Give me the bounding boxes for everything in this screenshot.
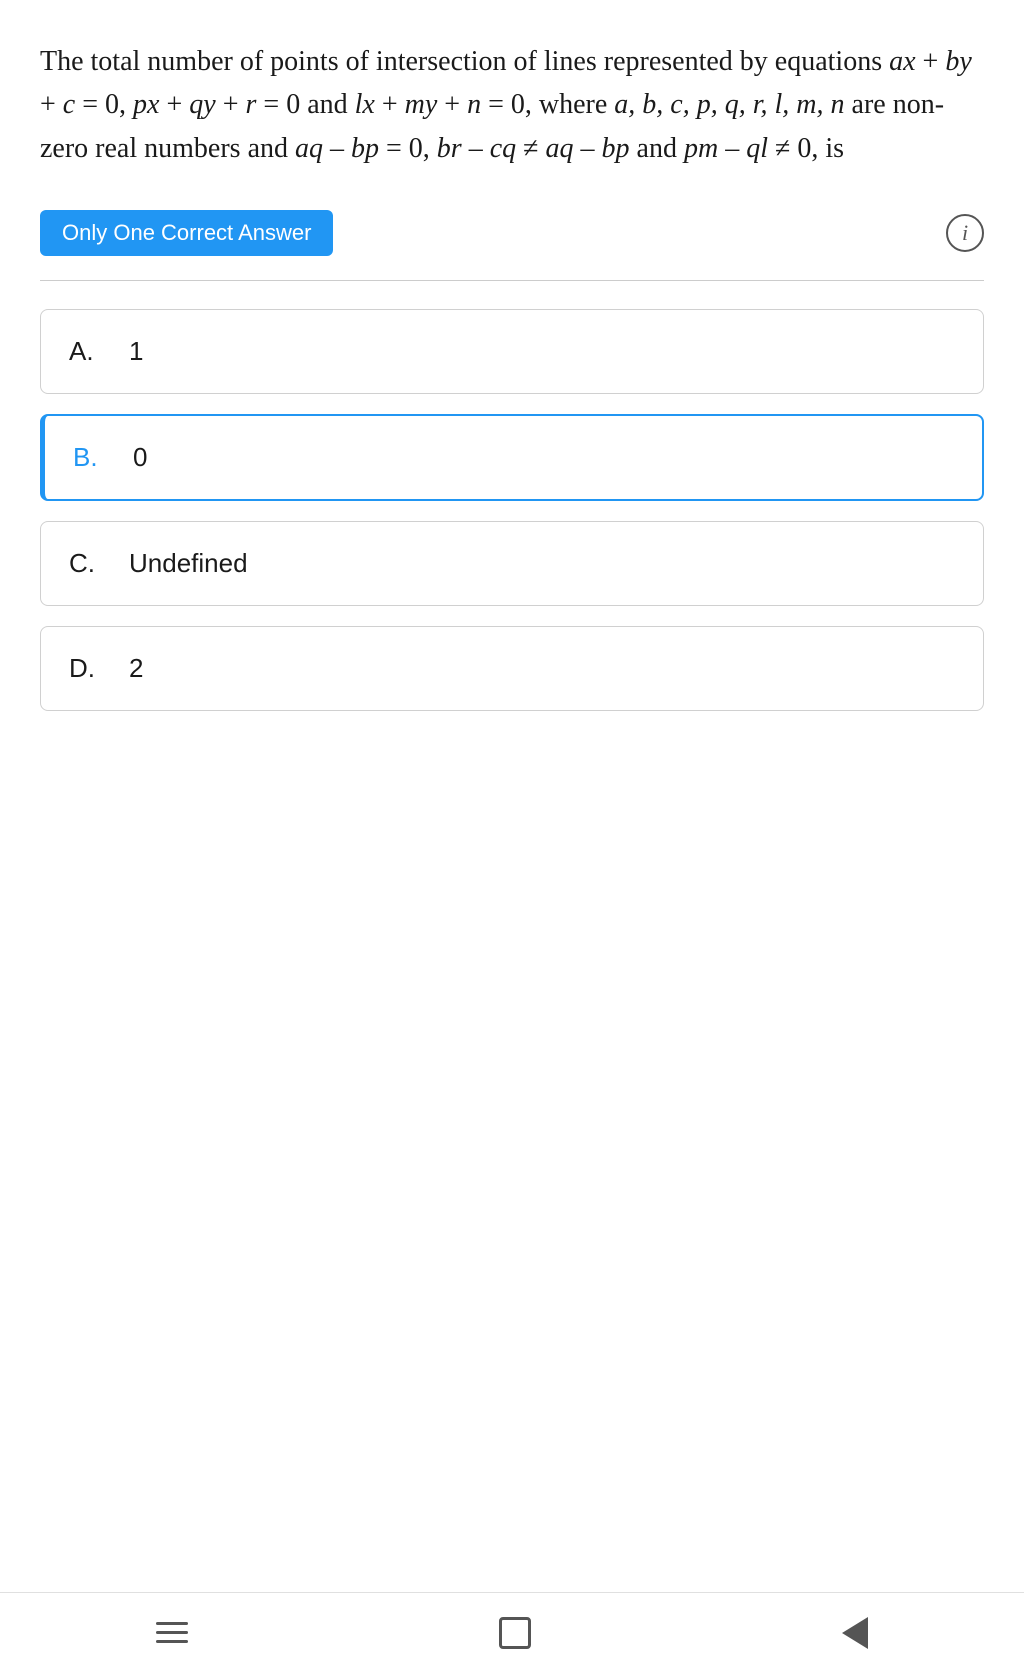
back-button[interactable] (832, 1607, 878, 1659)
section-divider (40, 280, 984, 281)
option-a-value: 1 (129, 336, 143, 367)
option-c-label: C. (69, 548, 105, 579)
option-b-value: 0 (133, 442, 147, 473)
info-icon[interactable]: i (946, 214, 984, 252)
bottom-nav (0, 1592, 1024, 1672)
option-d[interactable]: D. 2 (40, 626, 984, 711)
equation-1: ax (889, 46, 915, 77)
back-arrow-icon (842, 1617, 868, 1649)
answer-type-badge: Only One Correct Answer (40, 210, 333, 256)
menu-button[interactable] (146, 1612, 198, 1653)
option-c-value: Undefined (129, 548, 248, 579)
home-square-icon (499, 1617, 531, 1649)
option-c[interactable]: C. Undefined (40, 521, 984, 606)
badge-row: Only One Correct Answer i (40, 210, 984, 256)
main-content: The total number of points of intersecti… (0, 0, 1024, 1592)
option-b-label: B. (73, 442, 109, 473)
option-d-label: D. (69, 653, 105, 684)
home-button[interactable] (489, 1607, 541, 1659)
equation-by: by (945, 46, 971, 77)
option-b[interactable]: B. 0 (40, 414, 984, 501)
option-a[interactable]: A. 1 (40, 309, 984, 394)
options-list: A. 1 B. 0 C. Undefined D. 2 (40, 309, 984, 711)
question-text: The total number of points of intersecti… (40, 40, 984, 170)
hamburger-icon (156, 1622, 188, 1643)
option-a-label: A. (69, 336, 105, 367)
option-d-value: 2 (129, 653, 143, 684)
